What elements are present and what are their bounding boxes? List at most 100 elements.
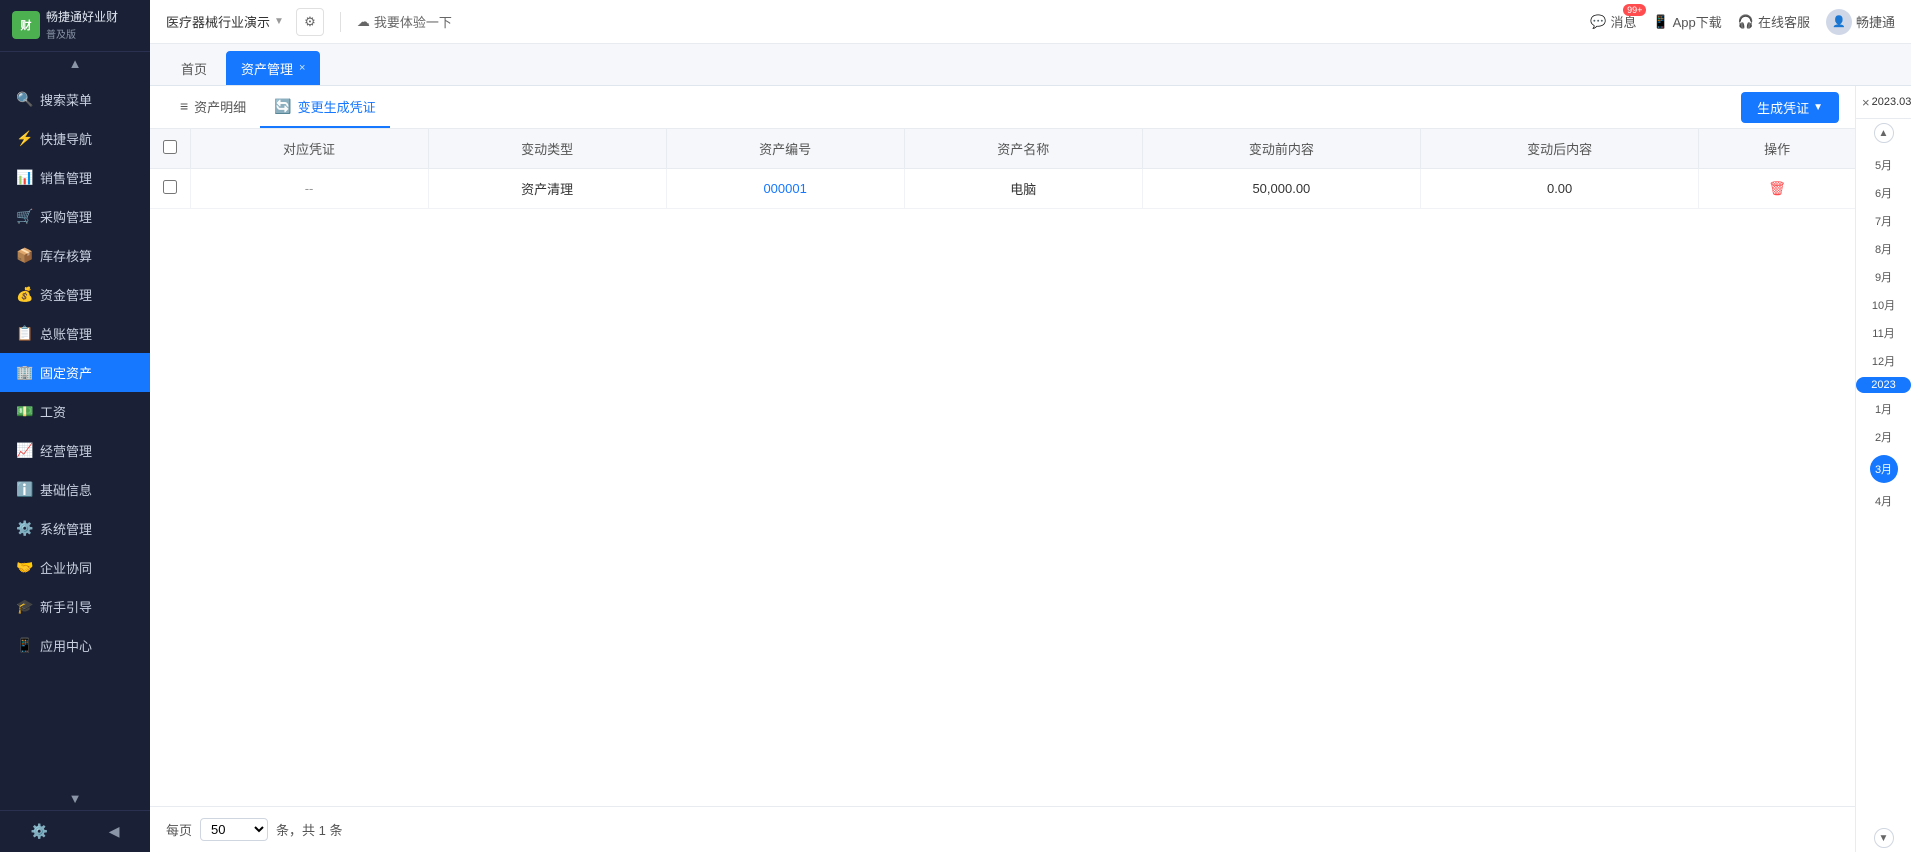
sidebar-settings-button[interactable]: ⚙️ [22, 819, 55, 844]
settings-button[interactable]: ⚙ [296, 8, 324, 36]
asset-detail-icon: ≡ [180, 98, 188, 114]
service-icon: 🎧 [1738, 14, 1754, 30]
date-panel-close-button[interactable]: × [1860, 93, 1872, 112]
asset-panel: ≡ 资产明细 🔄 变更生成凭证 生成凭证 ▼ [150, 86, 1855, 852]
header-before-content: 变动前内容 [1142, 129, 1420, 169]
date-item-1[interactable]: 1月 [1856, 395, 1911, 423]
table-header-row: 对应凭证 变动类型 资产编号 资产名称 变动前内容 变动后内容 操作 [150, 129, 1855, 169]
row-change-type: 资产清理 [428, 169, 666, 209]
row-after-content: 0.00 [1421, 169, 1699, 209]
header-action: 操作 [1699, 129, 1855, 169]
date-item-9[interactable]: 9月 [1856, 263, 1911, 291]
row-action: 🗑 [1699, 169, 1855, 209]
sidebar-item-salary[interactable]: 💵 工资 [0, 392, 150, 431]
sidebar-item-sales[interactable]: 📊 销售管理 [0, 158, 150, 197]
date-item-year-2023[interactable]: 2023 [1856, 377, 1911, 393]
app-logo: 财 畅捷通好业财 普及版 [0, 0, 150, 52]
customer-service-button[interactable]: 🎧 在线客服 [1738, 12, 1810, 31]
topbar: 医疗器械行业演示 ▼ ⚙ ☁ 我要体验一下 💬 消息 99+ 📱 App下载 🎧… [150, 0, 1911, 44]
sub-tab-change-voucher[interactable]: 🔄 变更生成凭证 [260, 86, 389, 128]
sidebar-item-apps[interactable]: 📱 应用中心 [0, 626, 150, 665]
salary-icon: 💵 [16, 403, 32, 420]
date-scroll-down-button[interactable]: ▼ [1856, 824, 1911, 852]
date-item-8[interactable]: 8月 [1856, 235, 1911, 263]
date-item-12[interactable]: 12月 [1856, 347, 1911, 375]
generate-voucher-button[interactable]: 生成凭证 ▼ [1741, 92, 1839, 123]
select-all-checkbox[interactable] [163, 140, 177, 154]
company-name: 医疗器械行业演示 [166, 12, 270, 31]
finance-icon: 💰 [16, 286, 32, 303]
user-menu[interactable]: 👤 畅捷通 [1826, 9, 1895, 35]
delete-button[interactable]: 🗑 [1768, 180, 1786, 196]
generate-dropdown-arrow: ▼ [1813, 102, 1823, 113]
per-page-select[interactable]: 50 10 20 100 [200, 818, 268, 841]
sidebar-item-purchase[interactable]: 🛒 采购管理 [0, 197, 150, 236]
change-voucher-icon: 🔄 [274, 98, 291, 115]
asset-code-value[interactable]: 000001 [763, 181, 806, 196]
sidebar-item-quicknav[interactable]: ⚡ 快捷导航 [0, 119, 150, 158]
basic-icon: ℹ️ [16, 481, 32, 498]
sidebar-item-guide[interactable]: 🎓 新手引导 [0, 587, 150, 626]
sidebar-item-finance[interactable]: 💰 资金管理 [0, 275, 150, 314]
experience-button[interactable]: ☁ 我要体验一下 [357, 12, 452, 31]
row-checkbox-cell [150, 169, 190, 209]
sidebar-item-basic[interactable]: ℹ️ 基础信息 [0, 470, 150, 509]
date-panel: × 2023.03 ⤢ ▲ 5月 6月 7月 8月 9月 10月 11月 12月… [1855, 86, 1911, 852]
sidebar-item-label: 系统管理 [40, 519, 92, 538]
row-before-content: 50,000.00 [1142, 169, 1420, 209]
collab-icon: 🤝 [16, 559, 32, 576]
sidebar-item-label: 基础信息 [40, 480, 92, 499]
quicknav-icon: ⚡ [16, 130, 32, 147]
date-item-10[interactable]: 10月 [1856, 291, 1911, 319]
sidebar-footer: ⚙️ ◀ [0, 810, 150, 852]
app-download-button[interactable]: 📱 App下载 [1652, 12, 1721, 31]
date-item-7[interactable]: 7月 [1856, 207, 1911, 235]
tab-home-label: 首页 [181, 59, 207, 78]
sidebar-item-collab[interactable]: 🤝 企业协同 [0, 548, 150, 587]
pagination: 每页 50 10 20 100 条，共 1 条 [150, 806, 1855, 852]
ledger-icon: 📋 [16, 325, 32, 342]
message-icon: 💬 [1590, 14, 1606, 30]
sales-icon: 📊 [16, 169, 32, 186]
sidebar-item-system[interactable]: ⚙️ 系统管理 [0, 509, 150, 548]
sidebar-collapse-button[interactable]: ◀ [101, 819, 128, 844]
sidebar-item-inventory[interactable]: 📦 库存核算 [0, 236, 150, 275]
logo-icon: 财 [12, 11, 40, 39]
sidebar-item-ledger[interactable]: 📋 总账管理 [0, 314, 150, 353]
row-voucher: -- [190, 169, 428, 209]
apps-icon: 📱 [16, 637, 32, 654]
sub-tab-asset-detail[interactable]: ≡ 资产明细 [166, 86, 260, 128]
row-checkbox[interactable] [163, 180, 177, 194]
company-dropdown-arrow: ▼ [274, 16, 284, 27]
sidebar-item-label: 应用中心 [40, 636, 92, 655]
sidebar-item-fixed-assets[interactable]: 🏢 固定资产 [0, 353, 150, 392]
sidebar-item-label: 企业协同 [40, 558, 92, 577]
date-scroll-up-button[interactable]: ▲ [1856, 119, 1911, 147]
date-item-5[interactable]: 5月 [1856, 151, 1911, 179]
date-item-2[interactable]: 2月 [1856, 423, 1911, 451]
date-item-current-3[interactable]: 3月 [1870, 455, 1898, 483]
sidebar-nav: 🔍 搜索菜单 ⚡ 快捷导航 📊 销售管理 🛒 采购管理 📦 库存核算 💰 资金管… [0, 76, 150, 786]
tab-close-button[interactable]: × [299, 62, 305, 74]
operation-icon: 📈 [16, 442, 32, 459]
messages-button[interactable]: 💬 消息 99+ [1590, 12, 1636, 31]
row-asset-name: 电脑 [904, 169, 1142, 209]
sidebar: 财 畅捷通好业财 普及版 ▲ 🔍 搜索菜单 ⚡ 快捷导航 📊 销售管理 🛒 采购… [0, 0, 150, 852]
sub-tab-change-voucher-label: 变更生成凭证 [298, 97, 376, 116]
date-item-6[interactable]: 6月 [1856, 179, 1911, 207]
tab-home[interactable]: 首页 [166, 51, 222, 85]
main-content: 医疗器械行业演示 ▼ ⚙ ☁ 我要体验一下 💬 消息 99+ 📱 App下载 🎧… [150, 0, 1911, 852]
sidebar-item-search[interactable]: 🔍 搜索菜单 [0, 80, 150, 119]
per-page-label: 每页 [166, 820, 192, 839]
date-item-4[interactable]: 4月 [1856, 487, 1911, 515]
date-item-11[interactable]: 11月 [1856, 319, 1911, 347]
table-row: -- 资产清理 000001 电脑 50,000.00 0.00 🗑 [150, 169, 1855, 209]
company-selector[interactable]: 医疗器械行业演示 ▼ [166, 12, 284, 31]
sidebar-scroll-up[interactable]: ▲ [63, 52, 87, 76]
purchase-icon: 🛒 [16, 208, 32, 225]
app-download-label: App下载 [1673, 12, 1722, 31]
date-panel-header: × 2023.03 ⤢ [1856, 86, 1911, 119]
sidebar-scroll-down[interactable]: ▼ [63, 786, 87, 810]
sidebar-item-operation[interactable]: 📈 经营管理 [0, 431, 150, 470]
tab-asset-management[interactable]: 资产管理 × [226, 51, 320, 85]
